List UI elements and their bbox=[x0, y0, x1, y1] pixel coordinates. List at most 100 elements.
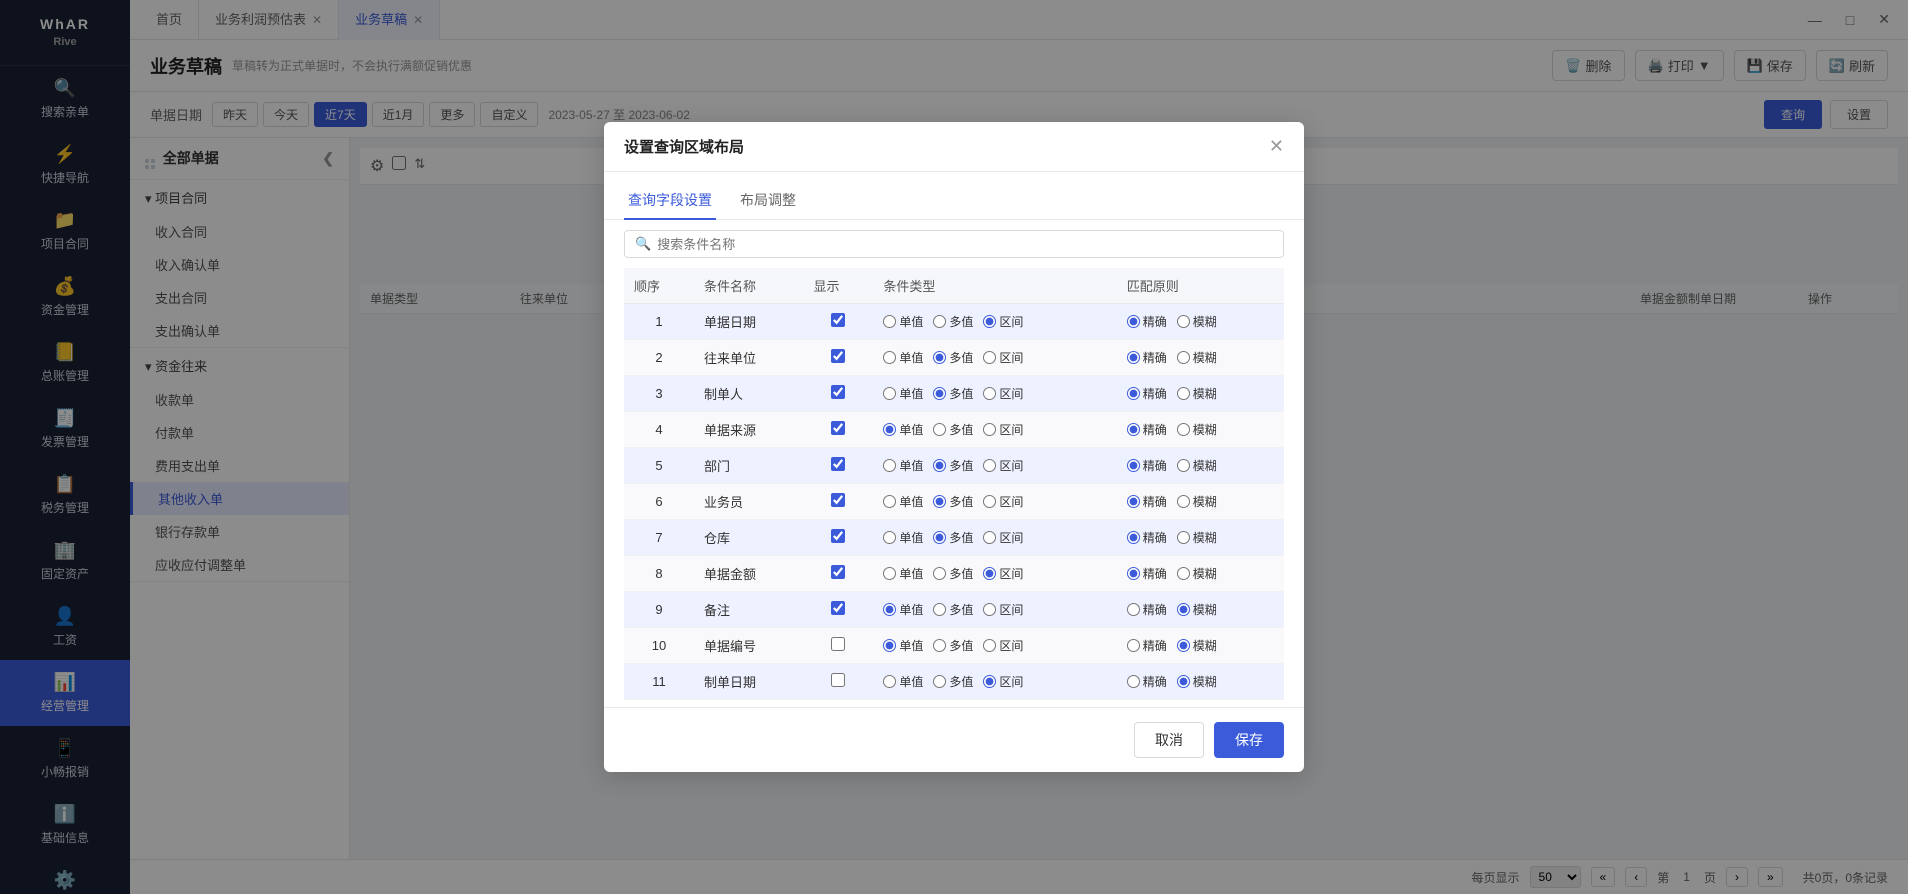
modal-tab-query-fields[interactable]: 查询字段设置 bbox=[624, 182, 716, 220]
cell-visible-7[interactable] bbox=[803, 520, 873, 556]
th-visible: 显示 bbox=[803, 268, 873, 304]
radio-fuzzy-1[interactable]: 模糊 bbox=[1177, 313, 1217, 330]
modal-search-input[interactable] bbox=[657, 237, 1273, 252]
radio-single-5[interactable]: 单值 bbox=[883, 457, 923, 474]
cell-order-9: 9 bbox=[624, 592, 694, 628]
radio-range-3[interactable]: 区间 bbox=[983, 385, 1023, 402]
cell-visible-8[interactable] bbox=[803, 556, 873, 592]
radio-fuzzy-4[interactable]: 模糊 bbox=[1177, 421, 1217, 438]
visible-checkbox-1[interactable] bbox=[831, 313, 845, 327]
visible-checkbox-11[interactable] bbox=[831, 673, 845, 687]
radio-single-4[interactable]: 单值 bbox=[883, 421, 923, 438]
radio-fuzzy-5[interactable]: 模糊 bbox=[1177, 457, 1217, 474]
radio-multi-11[interactable]: 多值 bbox=[933, 673, 973, 690]
modal-cancel-btn[interactable]: 取消 bbox=[1134, 722, 1204, 758]
radio-single-1[interactable]: 单值 bbox=[883, 313, 923, 330]
cell-match-6: 精确 模糊 bbox=[1117, 484, 1284, 520]
table-row: 11 制单日期 单值 多值 区间 精确 bbox=[624, 664, 1284, 700]
radio-fuzzy-8[interactable]: 模糊 bbox=[1177, 565, 1217, 582]
radio-multi-4[interactable]: 多值 bbox=[933, 421, 973, 438]
radio-precise-3[interactable]: 精确 bbox=[1127, 385, 1167, 402]
radio-precise-5[interactable]: 精确 bbox=[1127, 457, 1167, 474]
cell-match-5: 精确 模糊 bbox=[1117, 448, 1284, 484]
radio-single-3[interactable]: 单值 bbox=[883, 385, 923, 402]
radio-single-10[interactable]: 单值 bbox=[883, 637, 923, 654]
cell-match-9: 精确 模糊 bbox=[1117, 592, 1284, 628]
cell-name-5: 部门 bbox=[694, 448, 803, 484]
cell-visible-6[interactable] bbox=[803, 484, 873, 520]
visible-checkbox-5[interactable] bbox=[831, 457, 845, 471]
radio-fuzzy-2[interactable]: 模糊 bbox=[1177, 349, 1217, 366]
visible-checkbox-6[interactable] bbox=[831, 493, 845, 507]
radio-range-4[interactable]: 区间 bbox=[983, 421, 1023, 438]
radio-fuzzy-10[interactable]: 模糊 bbox=[1177, 637, 1217, 654]
radio-precise-8[interactable]: 精确 bbox=[1127, 565, 1167, 582]
cell-match-7: 精确 模糊 bbox=[1117, 520, 1284, 556]
radio-range-10[interactable]: 区间 bbox=[983, 637, 1023, 654]
radio-multi-8[interactable]: 多值 bbox=[933, 565, 973, 582]
cell-order-6: 6 bbox=[624, 484, 694, 520]
radio-fuzzy-9[interactable]: 模糊 bbox=[1177, 601, 1217, 618]
cell-visible-5[interactable] bbox=[803, 448, 873, 484]
radio-single-6[interactable]: 单值 bbox=[883, 493, 923, 510]
radio-fuzzy-3[interactable]: 模糊 bbox=[1177, 385, 1217, 402]
radio-range-5[interactable]: 区间 bbox=[983, 457, 1023, 474]
radio-range-8[interactable]: 区间 bbox=[983, 565, 1023, 582]
radio-single-9[interactable]: 单值 bbox=[883, 601, 923, 618]
radio-precise-7[interactable]: 精确 bbox=[1127, 529, 1167, 546]
cell-visible-11[interactable] bbox=[803, 664, 873, 700]
modal-tab-layout[interactable]: 布局调整 bbox=[736, 182, 800, 220]
visible-checkbox-4[interactable] bbox=[831, 421, 845, 435]
visible-checkbox-7[interactable] bbox=[831, 529, 845, 543]
radio-multi-6[interactable]: 多值 bbox=[933, 493, 973, 510]
cell-order-10: 10 bbox=[624, 628, 694, 664]
cell-visible-1[interactable] bbox=[803, 304, 873, 340]
modal-close-icon[interactable]: ✕ bbox=[1269, 136, 1284, 157]
radio-precise-2[interactable]: 精确 bbox=[1127, 349, 1167, 366]
visible-checkbox-3[interactable] bbox=[831, 385, 845, 399]
cell-visible-4[interactable] bbox=[803, 412, 873, 448]
radio-range-2[interactable]: 区间 bbox=[983, 349, 1023, 366]
visible-checkbox-8[interactable] bbox=[831, 565, 845, 579]
radio-range-6[interactable]: 区间 bbox=[983, 493, 1023, 510]
radio-precise-9[interactable]: 精确 bbox=[1127, 601, 1167, 618]
radio-fuzzy-11[interactable]: 模糊 bbox=[1177, 673, 1217, 690]
th-name: 条件名称 bbox=[694, 268, 803, 304]
radio-fuzzy-6[interactable]: 模糊 bbox=[1177, 493, 1217, 510]
radio-single-2[interactable]: 单值 bbox=[883, 349, 923, 366]
radio-range-9[interactable]: 区间 bbox=[983, 601, 1023, 618]
radio-multi-10[interactable]: 多值 bbox=[933, 637, 973, 654]
cell-name-1: 单据日期 bbox=[694, 304, 803, 340]
radio-multi-5[interactable]: 多值 bbox=[933, 457, 973, 474]
radio-precise-4[interactable]: 精确 bbox=[1127, 421, 1167, 438]
table-row: 3 制单人 单值 多值 区间 精确 bbox=[624, 376, 1284, 412]
radio-precise-11[interactable]: 精确 bbox=[1127, 673, 1167, 690]
modal-save-btn[interactable]: 保存 bbox=[1214, 722, 1284, 758]
radio-fuzzy-7[interactable]: 模糊 bbox=[1177, 529, 1217, 546]
cell-visible-3[interactable] bbox=[803, 376, 873, 412]
radio-range-1[interactable]: 区间 bbox=[983, 313, 1023, 330]
radio-multi-2[interactable]: 多值 bbox=[933, 349, 973, 366]
radio-multi-7[interactable]: 多值 bbox=[933, 529, 973, 546]
cell-order-4: 4 bbox=[624, 412, 694, 448]
radio-range-11[interactable]: 区间 bbox=[983, 673, 1023, 690]
radio-single-8[interactable]: 单值 bbox=[883, 565, 923, 582]
radio-multi-3[interactable]: 多值 bbox=[933, 385, 973, 402]
cell-condition-4: 单值 多值 区间 bbox=[873, 412, 1116, 448]
cell-visible-10[interactable] bbox=[803, 628, 873, 664]
cell-condition-6: 单值 多值 区间 bbox=[873, 484, 1116, 520]
table-row: 9 备注 单值 多值 区间 精确 bbox=[624, 592, 1284, 628]
radio-single-7[interactable]: 单值 bbox=[883, 529, 923, 546]
cell-visible-9[interactable] bbox=[803, 592, 873, 628]
cell-visible-2[interactable] bbox=[803, 340, 873, 376]
visible-checkbox-2[interactable] bbox=[831, 349, 845, 363]
visible-checkbox-9[interactable] bbox=[831, 601, 845, 615]
radio-single-11[interactable]: 单值 bbox=[883, 673, 923, 690]
visible-checkbox-10[interactable] bbox=[831, 637, 845, 651]
radio-range-7[interactable]: 区间 bbox=[983, 529, 1023, 546]
radio-precise-10[interactable]: 精确 bbox=[1127, 637, 1167, 654]
radio-multi-1[interactable]: 多值 bbox=[933, 313, 973, 330]
radio-multi-9[interactable]: 多值 bbox=[933, 601, 973, 618]
radio-precise-1[interactable]: 精确 bbox=[1127, 313, 1167, 330]
radio-precise-6[interactable]: 精确 bbox=[1127, 493, 1167, 510]
